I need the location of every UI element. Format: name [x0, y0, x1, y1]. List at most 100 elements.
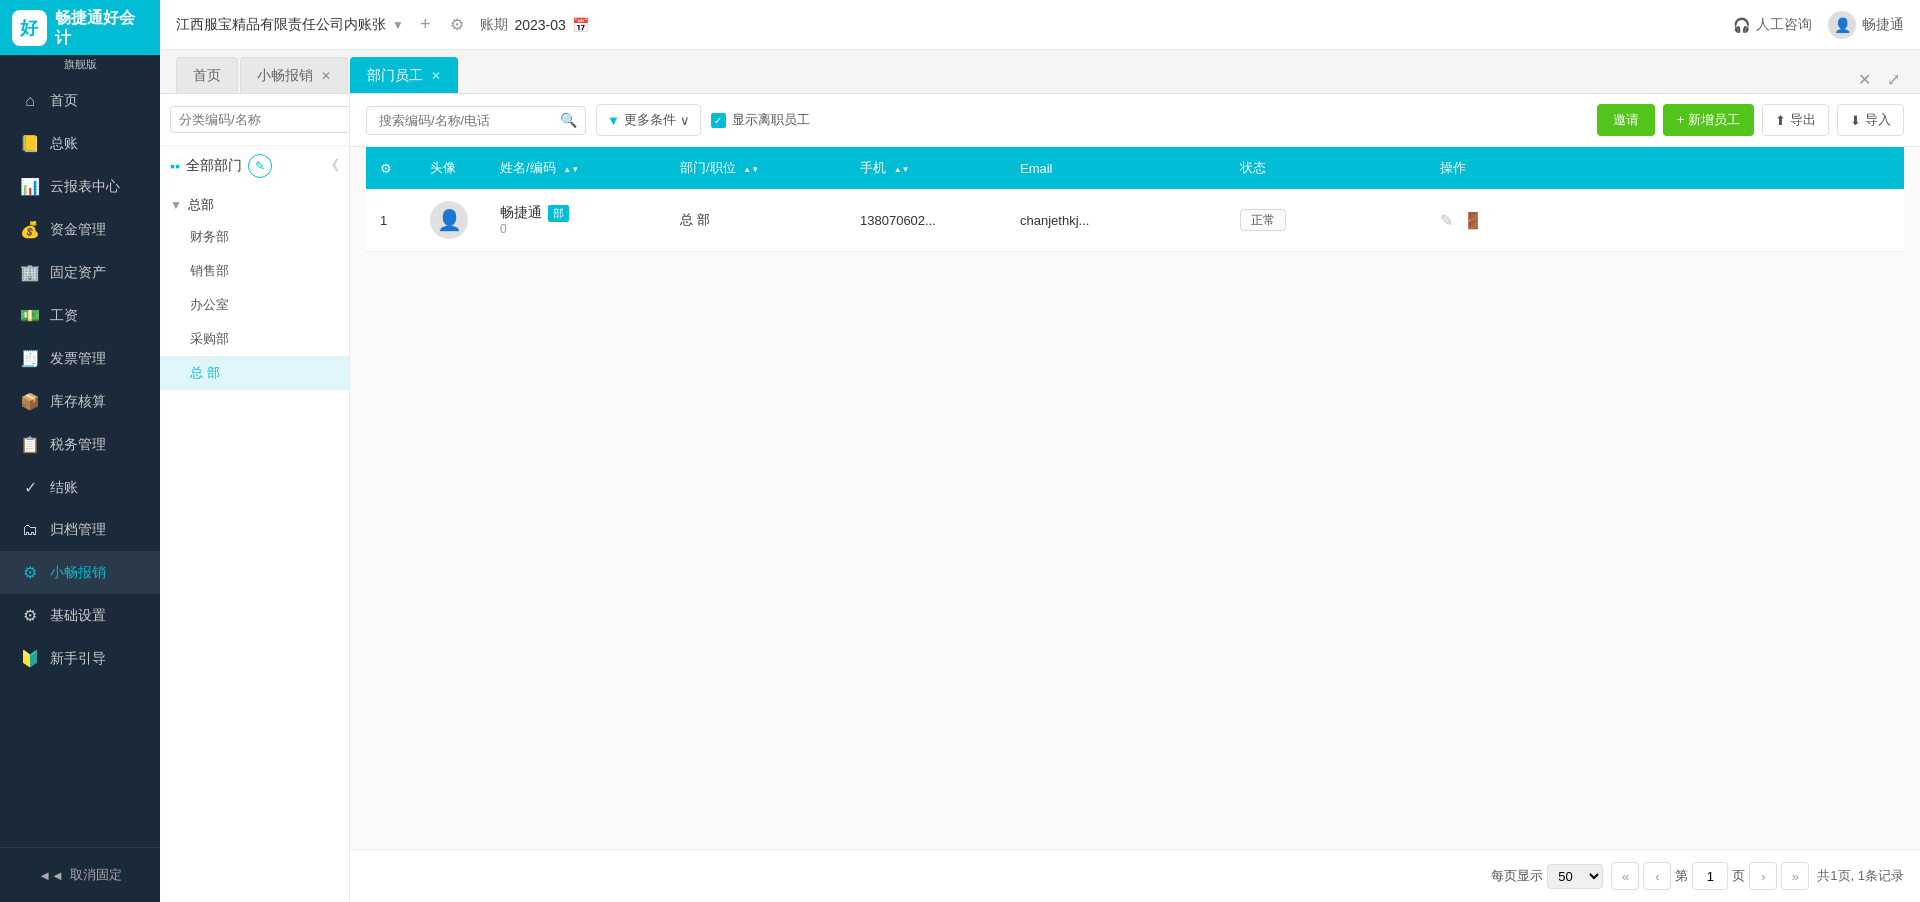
tab-dept-emp[interactable]: 部门员工 ✕: [350, 57, 458, 93]
dept-item-purchase[interactable]: 采购部: [160, 322, 349, 356]
sidebar-item-tax[interactable]: 📋 税务管理: [0, 423, 160, 466]
employee-avatar: 👤: [430, 201, 468, 239]
headset-icon: 🎧: [1733, 17, 1750, 33]
sort-arrows-dept: ▲▼: [743, 166, 759, 174]
sidebar-item-checkout[interactable]: ✓ 结账: [0, 466, 160, 509]
last-page-button[interactable]: »: [1781, 862, 1809, 890]
cell-email: chanjethkj...: [1006, 189, 1226, 252]
toolbar-right: 邀请 + 新增员工 ⬆ 导出 ⬇ 导入: [1597, 104, 1904, 136]
sidebar-item-label: 云报表中心: [50, 178, 120, 196]
settings-col-icon[interactable]: ⚙: [380, 161, 392, 176]
sidebar-item-invoice[interactable]: 🧾 发票管理: [0, 337, 160, 380]
dept-sales-label: 销售部: [190, 263, 229, 278]
employee-search-icon[interactable]: 🔍: [560, 112, 577, 128]
dept-panel: 🔍 ▪▪ 全部部门 ✎ 《 ▼ 总部 财务部 销售部: [160, 94, 350, 902]
tab-dept-emp-label: 部门员工: [367, 67, 423, 85]
col-name-code[interactable]: 姓名/编码 ▲▼: [486, 147, 666, 189]
filter-label: 更多条件: [624, 111, 676, 129]
dept-item-office[interactable]: 办公室: [160, 288, 349, 322]
main-content: 江西服宝精品有限责任公司内账张 ▼ + ⚙ 账期 2023-03 📅 🎧 人工咨…: [160, 0, 1920, 902]
add-employee-button[interactable]: + 新增员工: [1663, 104, 1754, 136]
export-icon: ⬆: [1775, 113, 1786, 128]
all-dept-header[interactable]: ▪▪ 全部部门 ✎ 《: [160, 146, 349, 186]
table-row: 1 👤 畅捷通 部 0 总 部: [366, 189, 1904, 252]
employee-panel: 🔍 ▼ 更多条件 ∨ ✓ 显示离职员工 邀请 + 新增员工 ⬆ 导出: [350, 94, 1920, 902]
sidebar-item-label: 税务管理: [50, 436, 106, 454]
sidebar-item-label: 结账: [50, 479, 78, 497]
sidebar-item-home[interactable]: ⌂ 首页: [0, 80, 160, 122]
dept-group-zongbu[interactable]: ▼ 总部: [160, 190, 349, 220]
sidebar-item-assets[interactable]: 🏢 固定资产: [0, 251, 160, 294]
per-page-select[interactable]: 50 10 20 100: [1547, 864, 1603, 889]
logo-title: 畅捷通好会计: [55, 8, 148, 46]
prev-page-button[interactable]: ‹: [1643, 862, 1671, 890]
table-header: ⚙ 头像 姓名/编码 ▲▼ 部门/职位 ▲▼: [366, 147, 1904, 189]
first-page-button[interactable]: «: [1611, 862, 1639, 890]
dept-item-finance[interactable]: 财务部: [160, 220, 349, 254]
tab-close-all-icon[interactable]: ✕: [1854, 66, 1875, 93]
export-button[interactable]: ⬆ 导出: [1762, 104, 1829, 136]
dept-general-label: 总 部: [190, 365, 220, 380]
employee-name: 畅捷通: [500, 204, 542, 222]
col-mobile[interactable]: 手机 ▲▼: [846, 147, 1006, 189]
content-area: 🔍 ▪▪ 全部部门 ✎ 《 ▼ 总部 财务部 销售部: [160, 94, 1920, 902]
support-button[interactable]: 🎧 人工咨询: [1733, 16, 1812, 34]
current-page-input[interactable]: [1692, 862, 1728, 890]
user-menu[interactable]: 👤 畅捷通: [1828, 11, 1904, 39]
sidebar-item-label: 小畅报销: [50, 564, 106, 582]
delete-icon[interactable]: 🚪: [1463, 211, 1483, 230]
tab-dept-emp-close[interactable]: ✕: [431, 69, 441, 83]
dept-item-sales[interactable]: 销售部: [160, 254, 349, 288]
sidebar-item-ledger[interactable]: 📒 总账: [0, 122, 160, 165]
company-name: 江西服宝精品有限责任公司内账张: [176, 16, 386, 34]
sidebar-item-inventory[interactable]: 📦 库存核算: [0, 380, 160, 423]
show-resigned-checkbox[interactable]: ✓: [711, 113, 726, 128]
per-page-label: 每页显示: [1491, 867, 1543, 885]
sidebar-nav: ⌂ 首页 📒 总账 📊 云报表中心 💰 资金管理 🏢 固定资产 💵 工资 🧾 发…: [0, 76, 160, 847]
dept-search-input[interactable]: [170, 106, 350, 133]
invoice-icon: 🧾: [20, 349, 40, 368]
filter-button[interactable]: ▼ 更多条件 ∨: [596, 104, 701, 136]
tab-home[interactable]: 首页: [176, 57, 238, 93]
topbar: 江西服宝精品有限责任公司内账张 ▼ + ⚙ 账期 2023-03 📅 🎧 人工咨…: [160, 0, 1920, 50]
import-button[interactable]: ⬇ 导入: [1837, 104, 1904, 136]
dept-collapse-icon[interactable]: 《: [325, 157, 339, 175]
employee-name-block: 畅捷通 部: [500, 204, 652, 222]
employee-table-body: 1 👤 畅捷通 部 0 总 部: [366, 189, 1904, 252]
employee-search-input[interactable]: [375, 107, 560, 134]
tab-expense[interactable]: 小畅报销 ✕: [240, 57, 348, 93]
topbar-settings-icon[interactable]: ⚙: [446, 11, 468, 38]
sidebar-item-label: 固定资产: [50, 264, 106, 282]
dept-tree: ▼ 总部 财务部 销售部 办公室 采购部 总 部: [160, 186, 349, 902]
dept-grid-icon: ▪▪: [170, 158, 180, 174]
dept-item-general[interactable]: 总 部: [160, 356, 349, 390]
sidebar-item-settings[interactable]: ⚙ 基础设置: [0, 594, 160, 637]
support-label: 人工咨询: [1756, 16, 1812, 34]
period-value[interactable]: 2023-03: [514, 17, 565, 33]
company-selector[interactable]: 江西服宝精品有限责任公司内账张 ▼: [176, 16, 404, 34]
show-resigned-toggle[interactable]: ✓ 显示离职员工: [711, 111, 810, 129]
sidebar-item-reports[interactable]: 📊 云报表中心: [0, 165, 160, 208]
calendar-icon[interactable]: 📅: [572, 17, 589, 33]
edit-icon[interactable]: ✎: [1440, 211, 1453, 230]
dept-office-label: 办公室: [190, 297, 229, 312]
next-page-button[interactable]: ›: [1749, 862, 1777, 890]
sidebar-item-guide[interactable]: 🔰 新手引导: [0, 637, 160, 680]
inventory-icon: 📦: [20, 392, 40, 411]
add-company-button[interactable]: +: [416, 10, 435, 39]
sidebar-item-archive[interactable]: 🗂 归档管理: [0, 509, 160, 551]
tab-expense-close[interactable]: ✕: [321, 69, 331, 83]
sort-arrows-mobile: ▲▼: [894, 166, 910, 174]
sidebar-item-funds[interactable]: 💰 资金管理: [0, 208, 160, 251]
invite-button[interactable]: 邀请: [1597, 104, 1655, 136]
tab-expand-icon[interactable]: ⤢: [1883, 66, 1904, 93]
sidebar-item-salary[interactable]: 💵 工资: [0, 294, 160, 337]
dept-edit-button[interactable]: ✎: [248, 154, 272, 178]
sidebar-item-expense[interactable]: ⚙ 小畅报销: [0, 551, 160, 594]
col-dept-position[interactable]: 部门/职位 ▲▼: [666, 147, 846, 189]
cell-status: 正常: [1226, 189, 1426, 252]
logo-text-block: 畅捷通好会计: [55, 8, 148, 46]
sidebar-pin-button[interactable]: ◄◄ 取消固定: [0, 858, 160, 892]
topbar-right: 🎧 人工咨询 👤 畅捷通: [1733, 11, 1904, 39]
employee-code: 0: [500, 222, 652, 236]
